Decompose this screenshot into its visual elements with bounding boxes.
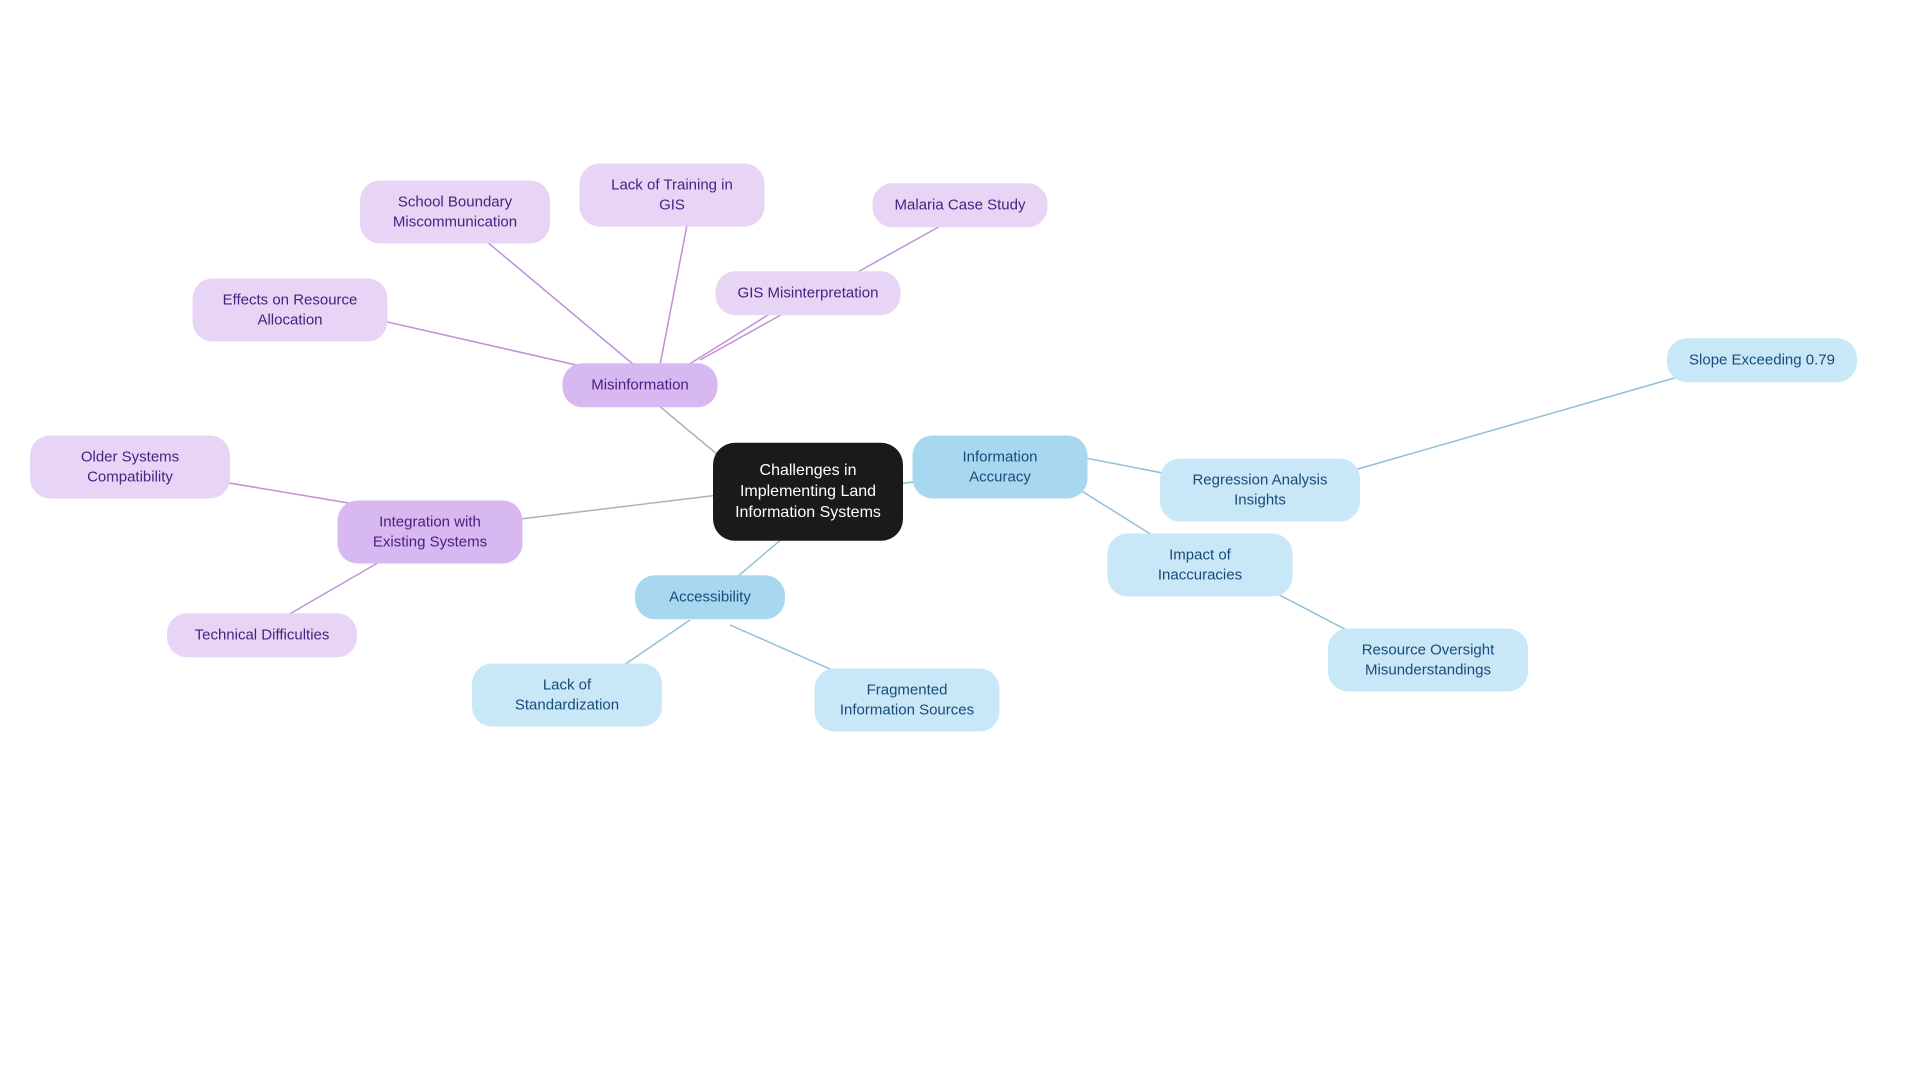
node-integration[interactable]: Integration with Existing Systems xyxy=(338,501,523,564)
node-standardization[interactable]: Lack of Standardization xyxy=(472,664,662,727)
node-impact[interactable]: Impact of Inaccuracies xyxy=(1108,534,1293,597)
node-accessibility[interactable]: Accessibility xyxy=(635,575,785,619)
node-regression[interactable]: Regression Analysis Insights xyxy=(1160,459,1360,522)
node-slope[interactable]: Slope Exceeding 0.79 xyxy=(1667,338,1857,382)
node-technical[interactable]: Technical Difficulties xyxy=(167,613,357,657)
node-fragmented[interactable]: Fragmented Information Sources xyxy=(815,669,1000,732)
node-malaria[interactable]: Malaria Case Study xyxy=(873,183,1048,227)
node-information-accuracy[interactable]: Information Accuracy xyxy=(913,436,1088,499)
center-node[interactable]: Challenges in Implementing Land Informat… xyxy=(713,443,903,541)
node-resource-oversight[interactable]: Resource Oversight Misunderstandings xyxy=(1328,629,1528,692)
node-older-systems[interactable]: Older Systems Compatibility xyxy=(30,436,230,499)
node-effects-resource[interactable]: Effects on Resource Allocation xyxy=(193,279,388,342)
node-misinformation[interactable]: Misinformation xyxy=(563,363,718,407)
node-lack-training[interactable]: Lack of Training in GIS xyxy=(580,164,765,227)
node-gis-misinterpretation[interactable]: GIS Misinterpretation xyxy=(716,271,901,315)
node-school-boundary[interactable]: School Boundary Miscommunication xyxy=(360,181,550,244)
